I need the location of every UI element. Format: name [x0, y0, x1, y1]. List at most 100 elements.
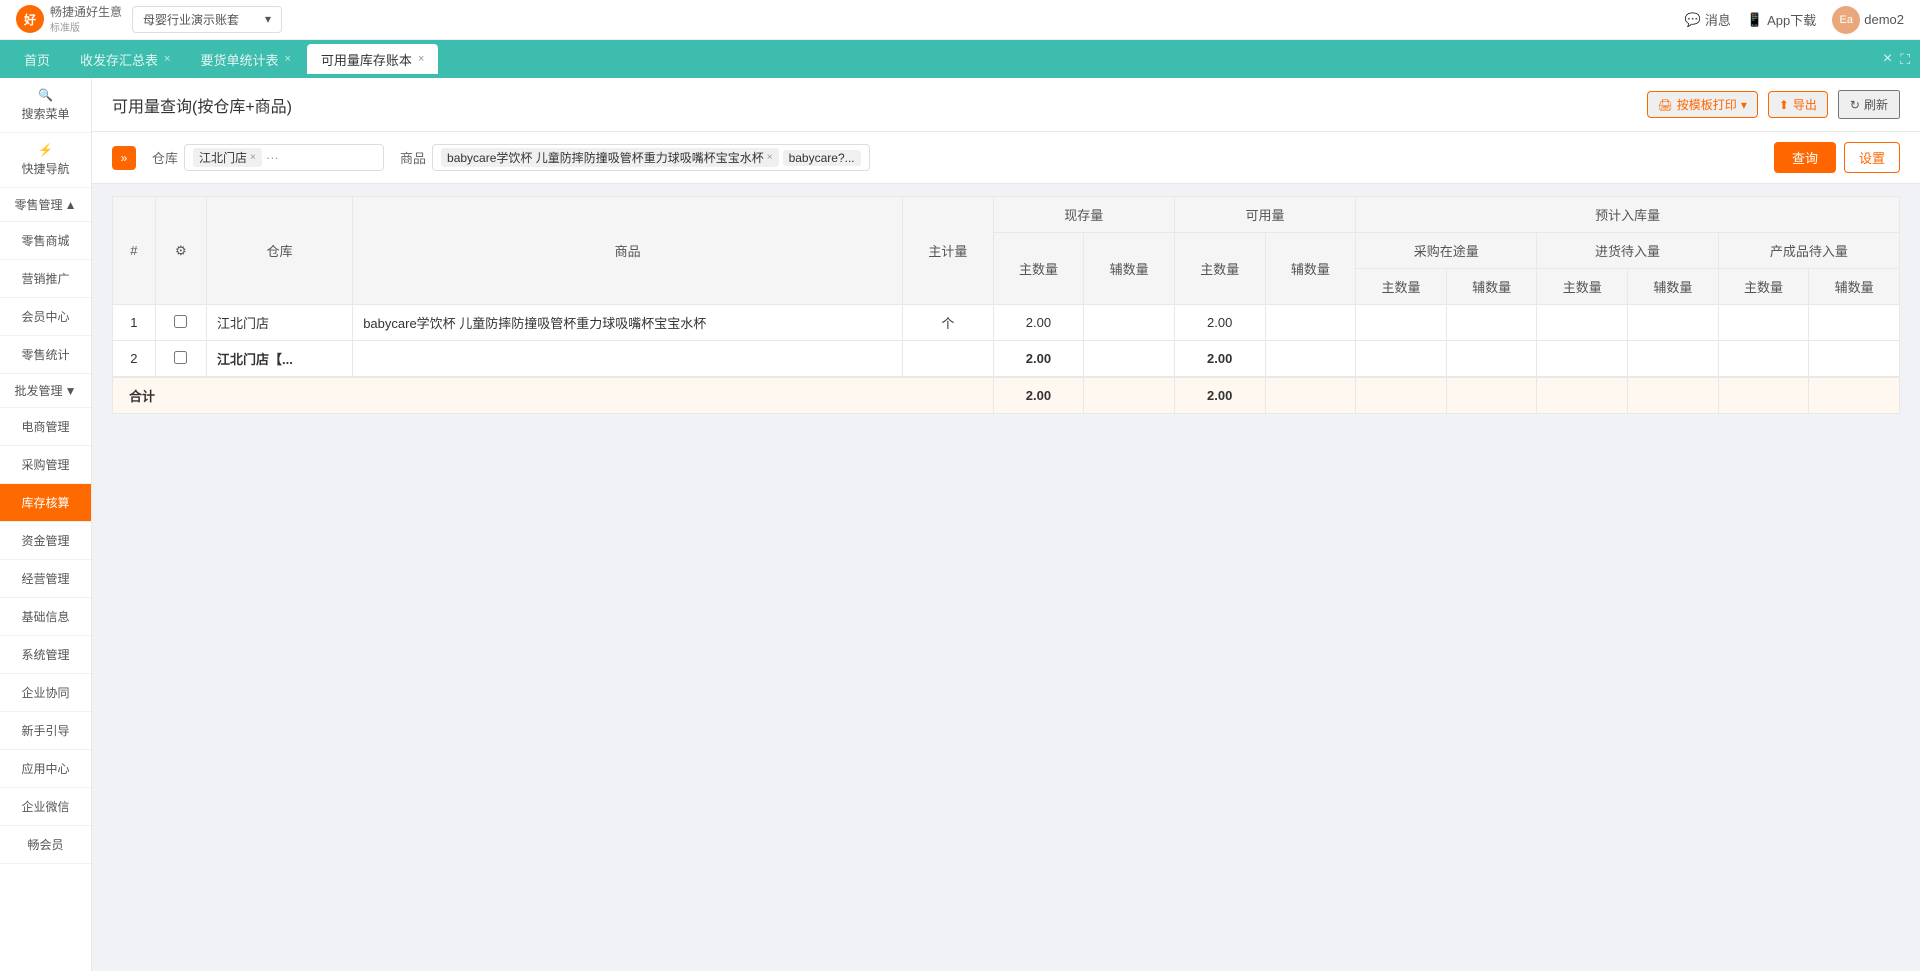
- warehouse-tag-close[interactable]: ×: [250, 152, 256, 163]
- footer-purchase-main: [1356, 377, 1447, 414]
- page-title: 可用量查询(按仓库+商品): [112, 93, 292, 129]
- app-download-label: App下载: [1767, 10, 1816, 29]
- tab-receive[interactable]: 收发存汇总表 ×: [66, 44, 184, 74]
- arrow-up-icon: ▲: [65, 198, 77, 212]
- sidebar-item-retail-mall[interactable]: 零售商城: [0, 222, 91, 260]
- expand-filter-btn[interactable]: »: [112, 146, 136, 170]
- sidebar-item-purchase-mgmt[interactable]: 采购管理: [0, 446, 91, 484]
- th-available-group: 可用量: [1174, 197, 1355, 233]
- sidebar-ops-mgmt-label: 经营管理: [21, 570, 69, 587]
- close-all-tabs-btn[interactable]: ×: [1883, 50, 1892, 68]
- footer-incoming-main: [1537, 377, 1628, 414]
- row1-unit: 个: [903, 305, 994, 341]
- th-purchase-aux: 辅数量: [1446, 269, 1537, 305]
- logo-sub: 标准版: [50, 19, 122, 34]
- sidebar-item-basic-info[interactable]: 基础信息: [0, 598, 91, 636]
- sidebar-wholesale-mgmt-label: 批发管理: [15, 382, 63, 399]
- row2-avail-aux: [1265, 341, 1356, 378]
- sidebar-quick-nav[interactable]: ⚡ 快捷导航: [0, 133, 91, 188]
- template-print-label: 按模板打印: [1677, 96, 1737, 113]
- export-icon: ⬆: [1779, 98, 1789, 112]
- th-avail-main: 主数量: [1174, 233, 1265, 305]
- sidebar-item-ecommerce[interactable]: 电商管理: [0, 408, 91, 446]
- sidebar-item-ops-mgmt[interactable]: 经营管理: [0, 560, 91, 598]
- main-layout: 🔍 搜索菜单 ⚡ 快捷导航 零售管理 ▲ 零售商城 营销推广 会员中心 零售统计…: [0, 78, 1920, 971]
- row2-check[interactable]: [155, 341, 206, 378]
- top-bar-left: 好 畅捷通好生意 标准版 母婴行业演示账套 ▾: [16, 5, 282, 34]
- row1-avail-aux: [1265, 305, 1356, 341]
- product-tags-input[interactable]: babycare学饮杯 儿童防摔防撞吸管杯重力球吸嘴杯宝宝水杯 × babyca…: [432, 144, 870, 171]
- th-main-unit: 主计量: [903, 197, 994, 305]
- avatar: Ea: [1832, 6, 1860, 34]
- row2-checkbox[interactable]: [174, 351, 187, 364]
- sidebar-new-guide-label: 新手引导: [21, 722, 69, 739]
- row1-purchase-aux: [1446, 305, 1537, 341]
- row2-unit: [903, 341, 994, 378]
- row1-warehouse: 江北门店: [206, 305, 352, 341]
- arrow-down-icon: ▼: [65, 384, 77, 398]
- th-warehouse: 仓库: [206, 197, 352, 305]
- footer-finished-aux: [1809, 377, 1900, 414]
- tab-order-stats-label: 要货单统计表: [200, 50, 278, 69]
- tab-available-ledger[interactable]: 可用量库存账本 ×: [307, 44, 438, 74]
- tab-home[interactable]: 首页: [10, 44, 64, 74]
- tab-order-stats[interactable]: 要货单统计表 ×: [186, 44, 304, 74]
- maximize-btn[interactable]: ⛶: [1900, 51, 1910, 68]
- tab-receive-close[interactable]: ×: [164, 53, 170, 65]
- row2-finished-aux: [1809, 341, 1900, 378]
- footer-label: 合计: [113, 377, 994, 414]
- tab-order-stats-close[interactable]: ×: [284, 53, 290, 65]
- row1-avail-main: 2.00: [1174, 305, 1265, 341]
- sidebar-item-retail-mgmt[interactable]: 零售管理 ▲: [0, 188, 91, 222]
- sidebar-item-finance-mgmt[interactable]: 资金管理: [0, 522, 91, 560]
- page-actions: 🖨 按模板打印 ▾ ⬆ 导出 ↻ 刷新: [1647, 90, 1900, 131]
- sidebar-item-member-center[interactable]: 会员中心: [0, 298, 91, 336]
- export-btn[interactable]: ⬆ 导出: [1768, 91, 1828, 118]
- row1-checkbox[interactable]: [174, 315, 187, 328]
- refresh-btn[interactable]: ↻ 刷新: [1838, 90, 1900, 119]
- sidebar-item-inventory-check[interactable]: 库存核算: [0, 484, 91, 522]
- sidebar-member-center-label: 会员中心: [21, 308, 69, 325]
- settings-btn[interactable]: 设置: [1844, 142, 1900, 173]
- sidebar-item-wholesale-mgmt[interactable]: 批发管理 ▼: [0, 374, 91, 408]
- template-print-btn[interactable]: 🖨 按模板打印 ▾: [1647, 91, 1758, 118]
- row1-purchase-main: [1356, 305, 1447, 341]
- row1-check[interactable]: [155, 305, 206, 341]
- sidebar-item-app-center[interactable]: 应用中心: [0, 750, 91, 788]
- sidebar-item-enterprise-collab[interactable]: 企业协同: [0, 674, 91, 712]
- store-selector[interactable]: 母婴行业演示账套 ▾: [132, 6, 282, 33]
- chevron-down-icon-print: ▾: [1741, 98, 1747, 112]
- sidebar-item-enterprise-wechat[interactable]: 企业微信: [0, 788, 91, 826]
- row1-stock-aux: [1084, 305, 1175, 341]
- refresh-icon: ↻: [1850, 98, 1860, 112]
- footer-purchase-aux: [1446, 377, 1537, 414]
- tab-receive-label: 收发存汇总表: [80, 50, 158, 69]
- sidebar-item-member[interactable]: 畅会员: [0, 826, 91, 864]
- query-btn[interactable]: 查询: [1774, 142, 1836, 173]
- product-tag-text-2: babycare?...: [789, 151, 855, 165]
- row1-stock-main: 2.00: [993, 305, 1084, 341]
- sidebar-search-label: 搜索菜单: [21, 105, 69, 122]
- user-area[interactable]: Ea demo2: [1832, 6, 1904, 34]
- app-download-icon: 📱: [1747, 12, 1763, 28]
- row1-finished-aux: [1809, 305, 1900, 341]
- sidebar-quick-nav-label: 快捷导航: [21, 160, 69, 177]
- message-btn[interactable]: 💬 消息: [1685, 10, 1731, 29]
- sidebar-item-retail-stats[interactable]: 零售统计: [0, 336, 91, 374]
- sidebar-search[interactable]: 🔍 搜索菜单: [0, 78, 91, 133]
- export-label: 导出: [1793, 96, 1817, 113]
- th-purchase-sub: 采购在途量: [1356, 233, 1537, 269]
- product-tag-1-close[interactable]: ×: [767, 152, 773, 163]
- sidebar-item-marketing[interactable]: 营销推广: [0, 260, 91, 298]
- sidebar-finance-mgmt-label: 资金管理: [21, 532, 69, 549]
- sidebar-item-sys-mgmt[interactable]: 系统管理: [0, 636, 91, 674]
- th-seq: #: [113, 197, 156, 305]
- sidebar-sys-mgmt-label: 系统管理: [21, 646, 69, 663]
- chevron-down-icon: ▾: [265, 12, 271, 26]
- th-settings-gear[interactable]: ⚙: [155, 197, 206, 305]
- app-download-btn[interactable]: 📱 App下载: [1747, 10, 1816, 29]
- warehouse-tags-input[interactable]: 江北门店 × ···: [184, 144, 384, 171]
- tab-available-ledger-close[interactable]: ×: [418, 53, 424, 65]
- sidebar-item-new-guide[interactable]: 新手引导: [0, 712, 91, 750]
- warehouse-more-btn[interactable]: ···: [266, 150, 279, 165]
